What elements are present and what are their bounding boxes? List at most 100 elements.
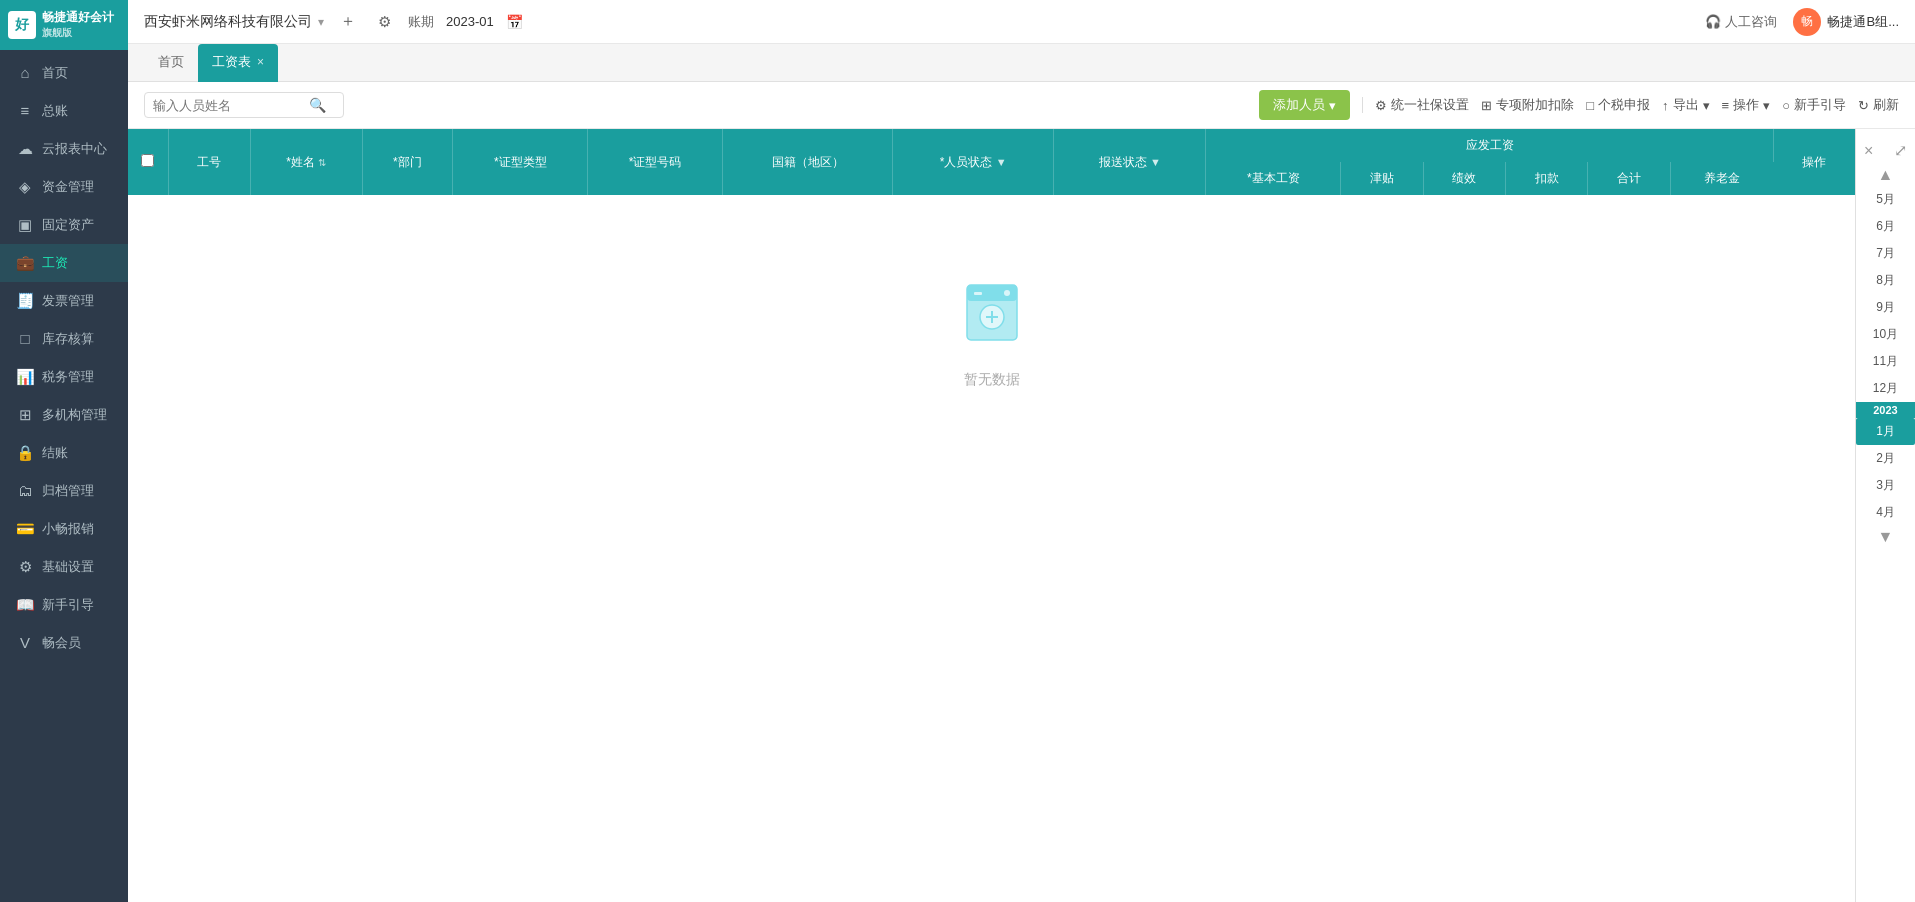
th-status: *人员状态 ▼ [893, 129, 1054, 195]
month-2[interactable]: 2月 [1856, 445, 1915, 472]
sidebar-item-label: 结账 [42, 444, 68, 462]
add-company-button[interactable]: ＋ [336, 10, 360, 34]
closing-icon: 🔒 [16, 444, 34, 462]
sidebar-item-fund[interactable]: ◈ 资金管理 [0, 168, 128, 206]
individual-tax-icon: □ [1586, 98, 1594, 113]
social-security-button[interactable]: ⚙ 统一社保设置 [1375, 96, 1469, 114]
sidebar-item-label: 多机构管理 [42, 406, 107, 424]
th-allowance: 津贴 [1341, 162, 1423, 195]
sidebar-item-invoice[interactable]: 🧾 发票管理 [0, 282, 128, 320]
company-settings-button[interactable]: ⚙ [372, 10, 396, 34]
operations-button[interactable]: ≡ 操作 ▾ [1722, 96, 1771, 114]
export-dropdown-icon: ▾ [1703, 98, 1710, 113]
app-logo: 好 畅捷通好会计 旗舰版 [0, 0, 128, 50]
member-icon: V [16, 634, 34, 651]
svg-point-6 [1004, 290, 1010, 296]
report-status-filter-icon[interactable]: ▼ [1150, 156, 1161, 168]
scroll-up-icon[interactable]: ▲ [1878, 164, 1894, 186]
status-filter-icon[interactable]: ▼ [996, 156, 1007, 168]
th-checkbox[interactable] [128, 129, 168, 195]
sidebar-item-multi-org[interactable]: ⊞ 多机构管理 [0, 396, 128, 434]
sidebar-item-inventory[interactable]: □ 库存核算 [0, 320, 128, 358]
guide-icon: 📖 [16, 596, 34, 614]
search-icon: 🔍 [309, 97, 326, 113]
panel-expand-icon[interactable]: ⤢ [1894, 139, 1907, 162]
sidebar-item-member[interactable]: V 畅会员 [0, 624, 128, 662]
sidebar-item-label: 云报表中心 [42, 140, 107, 158]
sidebar-item-label: 固定资产 [42, 216, 94, 234]
toolbar-right: 添加人员 ▾ ⚙ 统一社保设置 ⊞ 专项附加扣除 □ 个税申报 ↑ 导出 ▾ [1259, 90, 1899, 120]
export-label: 导出 [1673, 96, 1699, 114]
empty-icon [952, 275, 1032, 355]
search-input[interactable] [153, 98, 303, 113]
multi-org-icon: ⊞ [16, 406, 34, 424]
month-1-active[interactable]: 1月 [1856, 418, 1915, 445]
company-selector[interactable]: 西安虾米网络科技有限公司 ▾ [144, 13, 324, 31]
tab-home[interactable]: 首页 [144, 44, 198, 82]
month-8[interactable]: 8月 [1856, 267, 1915, 294]
sidebar-item-guide[interactable]: 📖 新手引导 [0, 586, 128, 624]
month-11[interactable]: 11月 [1856, 348, 1915, 375]
avatar: 畅 [1793, 8, 1821, 36]
salary-table: 工号 *姓名 ⇅ *部门 *证型类型 *证型号码 [128, 129, 1855, 469]
social-security-label: 统一社保设置 [1391, 96, 1469, 114]
export-button[interactable]: ↑ 导出 ▾ [1662, 96, 1710, 114]
guide-button[interactable]: ○ 新手引导 [1782, 96, 1846, 114]
month-4[interactable]: 4月 [1856, 499, 1915, 526]
right-panel: × ⤢ ▲ 5月 6月 7月 8月 9月 10月 11月 12月 2023 1月… [1855, 129, 1915, 902]
assets-icon: ▣ [16, 216, 34, 234]
sidebar-item-ledger[interactable]: ≡ 总账 [0, 92, 128, 130]
add-person-dropdown-icon: ▾ [1329, 98, 1336, 113]
tab-salary[interactable]: 工资表 × [198, 44, 278, 82]
sidebar-item-expense[interactable]: 💳 小畅报销 [0, 510, 128, 548]
panel-close-icon[interactable]: × [1864, 140, 1873, 162]
th-dept: *部门 [362, 129, 453, 195]
salary-icon: 💼 [16, 254, 34, 272]
scroll-down-icon[interactable]: ▼ [1878, 526, 1894, 548]
headset-icon: 🎧 [1705, 14, 1721, 29]
sidebar-item-fixed-assets[interactable]: ▣ 固定资产 [0, 206, 128, 244]
user-info[interactable]: 畅 畅捷通B组... [1793, 8, 1899, 36]
sidebar-item-label: 小畅报销 [42, 520, 94, 538]
select-all-checkbox[interactable] [141, 154, 154, 167]
month-7[interactable]: 7月 [1856, 240, 1915, 267]
th-nationality: 国籍（地区） [723, 129, 893, 195]
tab-close-icon[interactable]: × [257, 55, 264, 69]
special-deduction-button[interactable]: ⊞ 专项附加扣除 [1481, 96, 1574, 114]
name-sort-icon[interactable]: ⇅ [318, 157, 326, 168]
add-person-button[interactable]: 添加人员 ▾ [1259, 90, 1350, 120]
user-name: 畅捷通B组... [1827, 13, 1899, 31]
special-deduction-icon: ⊞ [1481, 98, 1492, 113]
refresh-label: 刷新 [1873, 96, 1899, 114]
sidebar-item-tax[interactable]: 📊 税务管理 [0, 358, 128, 396]
calendar-icon[interactable]: 📅 [506, 14, 523, 30]
refresh-button[interactable]: ↻ 刷新 [1858, 96, 1899, 114]
home-icon: ⌂ [16, 64, 34, 81]
sidebar-item-home[interactable]: ⌂ 首页 [0, 54, 128, 92]
month-9[interactable]: 9月 [1856, 294, 1915, 321]
individual-tax-button[interactable]: □ 个税申报 [1586, 96, 1650, 114]
search-box[interactable]: 🔍 [144, 92, 344, 118]
th-name: *姓名 ⇅ [250, 129, 362, 195]
sidebar-item-cloud-report[interactable]: ☁ 云报表中心 [0, 130, 128, 168]
th-base-salary: *基本工资 [1206, 162, 1341, 195]
cloud-icon: ☁ [16, 140, 34, 158]
sidebar-item-closing[interactable]: 🔒 结账 [0, 434, 128, 472]
month-3[interactable]: 3月 [1856, 472, 1915, 499]
sidebar-item-salary[interactable]: 💼 工资 [0, 244, 128, 282]
service-button[interactable]: 🎧 人工咨询 [1705, 13, 1777, 31]
sidebar-item-label: 库存核算 [42, 330, 94, 348]
sidebar-nav: ⌂ 首页 ≡ 总账 ☁ 云报表中心 ◈ 资金管理 ▣ 固定资产 💼 工资 🧾 发… [0, 50, 128, 902]
app-title: 畅捷通好会计 [42, 10, 114, 26]
sidebar-item-settings[interactable]: ⚙ 基础设置 [0, 548, 128, 586]
sidebar-item-archive[interactable]: 🗂 归档管理 [0, 472, 128, 510]
th-total: 合计 [1588, 162, 1670, 195]
guide-label: 新手引导 [1794, 96, 1846, 114]
special-deduction-label: 专项附加扣除 [1496, 96, 1574, 114]
month-12[interactable]: 12月 [1856, 375, 1915, 402]
right-panel-top: × ⤢ [1856, 133, 1915, 164]
sidebar-item-label: 税务管理 [42, 368, 94, 386]
month-5[interactable]: 5月 [1856, 186, 1915, 213]
month-10[interactable]: 10月 [1856, 321, 1915, 348]
month-6[interactable]: 6月 [1856, 213, 1915, 240]
